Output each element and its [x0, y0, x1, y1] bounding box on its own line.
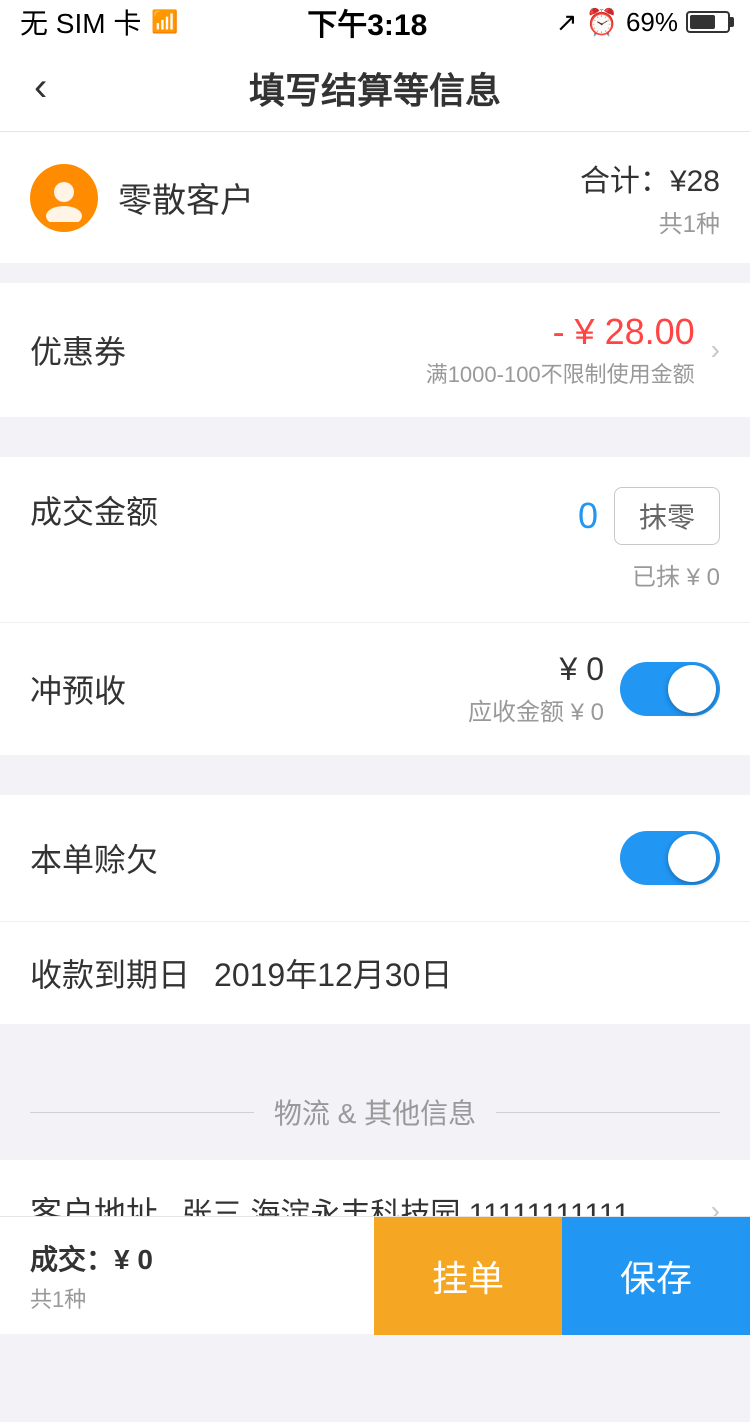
coupon-value-wrap: - ¥ 28.00 满1000-100不限制使用金额: [426, 311, 695, 389]
separator-2: [0, 775, 750, 795]
customer-row: 零散客户 合计：¥28 共1种: [0, 132, 750, 263]
amount-row: 成交金额 0 抹零 已抹 ¥ 0: [0, 457, 750, 623]
debt-card: 本单赊欠 收款到期日 2019年12月30日: [0, 795, 750, 1024]
coupon-value: - ¥ 28.00: [426, 311, 695, 353]
deal-value: ¥ 0: [114, 1244, 153, 1275]
coupon-card: 优惠券 - ¥ 28.00 满1000-100不限制使用金额 ›: [0, 283, 750, 417]
separator-1: [0, 437, 750, 457]
prepay-value: ¥ 0: [468, 651, 604, 688]
coupon-chevron: ›: [711, 334, 720, 366]
logistics-label: 物流 & 其他信息: [274, 1092, 476, 1132]
prepay-label: 冲预收: [30, 666, 126, 712]
customer-name: 零散客户: [118, 173, 254, 222]
prepay-sub: 应收金额 ¥ 0: [468, 692, 604, 727]
status-right: ↗ ⏰ 69%: [556, 7, 730, 38]
separator-3: [0, 1044, 750, 1064]
battery-label: 69%: [626, 7, 678, 38]
due-date-value[interactable]: 2019年12月30日: [214, 950, 452, 996]
due-date-label: 收款到期日: [30, 950, 190, 996]
amount-input-wrap: 0 抹零: [578, 487, 720, 545]
amount-value[interactable]: 0: [578, 495, 598, 537]
amount-sub: 已抹 ¥ 0: [632, 557, 720, 592]
bottom-count: 共1种: [30, 1282, 344, 1314]
hold-button[interactable]: 挂单: [374, 1217, 562, 1335]
coupon-sub: 满1000-100不限制使用金额: [426, 357, 695, 389]
round-button[interactable]: 抹零: [614, 487, 720, 545]
logistics-section: 物流 & 其他信息: [0, 1064, 750, 1160]
save-button[interactable]: 保存: [562, 1217, 750, 1335]
bottom-deal: 成交：¥ 0: [30, 1238, 344, 1278]
debt-toggle[interactable]: [620, 831, 720, 885]
avatar: [30, 164, 98, 232]
prepay-toggle[interactable]: [620, 662, 720, 716]
bottom-bar: 成交：¥ 0 共1种 挂单 保存: [0, 1216, 750, 1334]
debt-toggle-thumb: [668, 834, 716, 882]
prepay-row: 冲预收 ¥ 0 应收金额 ¥ 0: [0, 623, 750, 755]
alarm-icon: ⏰: [586, 7, 618, 38]
time-label: 下午3:18: [307, 0, 427, 44]
battery-icon: [686, 11, 730, 33]
amount-card: 成交金额 0 抹零 已抹 ¥ 0 冲预收 ¥ 0 应收金额 ¥ 0: [0, 457, 750, 755]
total-amount: 合计：¥28: [580, 156, 720, 200]
amount-label: 成交金额: [30, 487, 158, 533]
debt-row: 本单赊欠: [0, 795, 750, 922]
wifi-icon: 📶: [151, 9, 178, 35]
coupon-right: - ¥ 28.00 满1000-100不限制使用金额 ›: [426, 311, 720, 389]
customer-right: 合计：¥28 共1种: [580, 156, 720, 239]
location-icon: ↗: [556, 7, 578, 38]
customer-card: 零散客户 合计：¥28 共1种: [0, 132, 750, 263]
due-date-row: 收款到期日 2019年12月30日: [0, 922, 750, 1024]
coupon-row[interactable]: 优惠券 - ¥ 28.00 满1000-100不限制使用金额 ›: [0, 283, 750, 417]
carrier-label: 无 SIM 卡: [20, 2, 141, 42]
status-bar: 无 SIM 卡 📶 下午3:18 ↗ ⏰ 69%: [0, 0, 750, 44]
toggle-thumb: [668, 665, 716, 713]
coupon-label: 优惠券: [30, 327, 126, 373]
total-count: 共1种: [580, 204, 720, 239]
bottom-info: 成交：¥ 0 共1种: [0, 1238, 374, 1314]
customer-left: 零散客户: [30, 164, 254, 232]
status-left: 无 SIM 卡 📶: [20, 2, 179, 42]
page-title: 填写结算等信息: [249, 62, 501, 114]
deal-label: 成交：: [30, 1244, 114, 1275]
debt-label: 本单赊欠: [30, 835, 158, 881]
nav-bar: ‹ 填写结算等信息: [0, 44, 750, 132]
back-button[interactable]: ‹: [24, 55, 57, 120]
